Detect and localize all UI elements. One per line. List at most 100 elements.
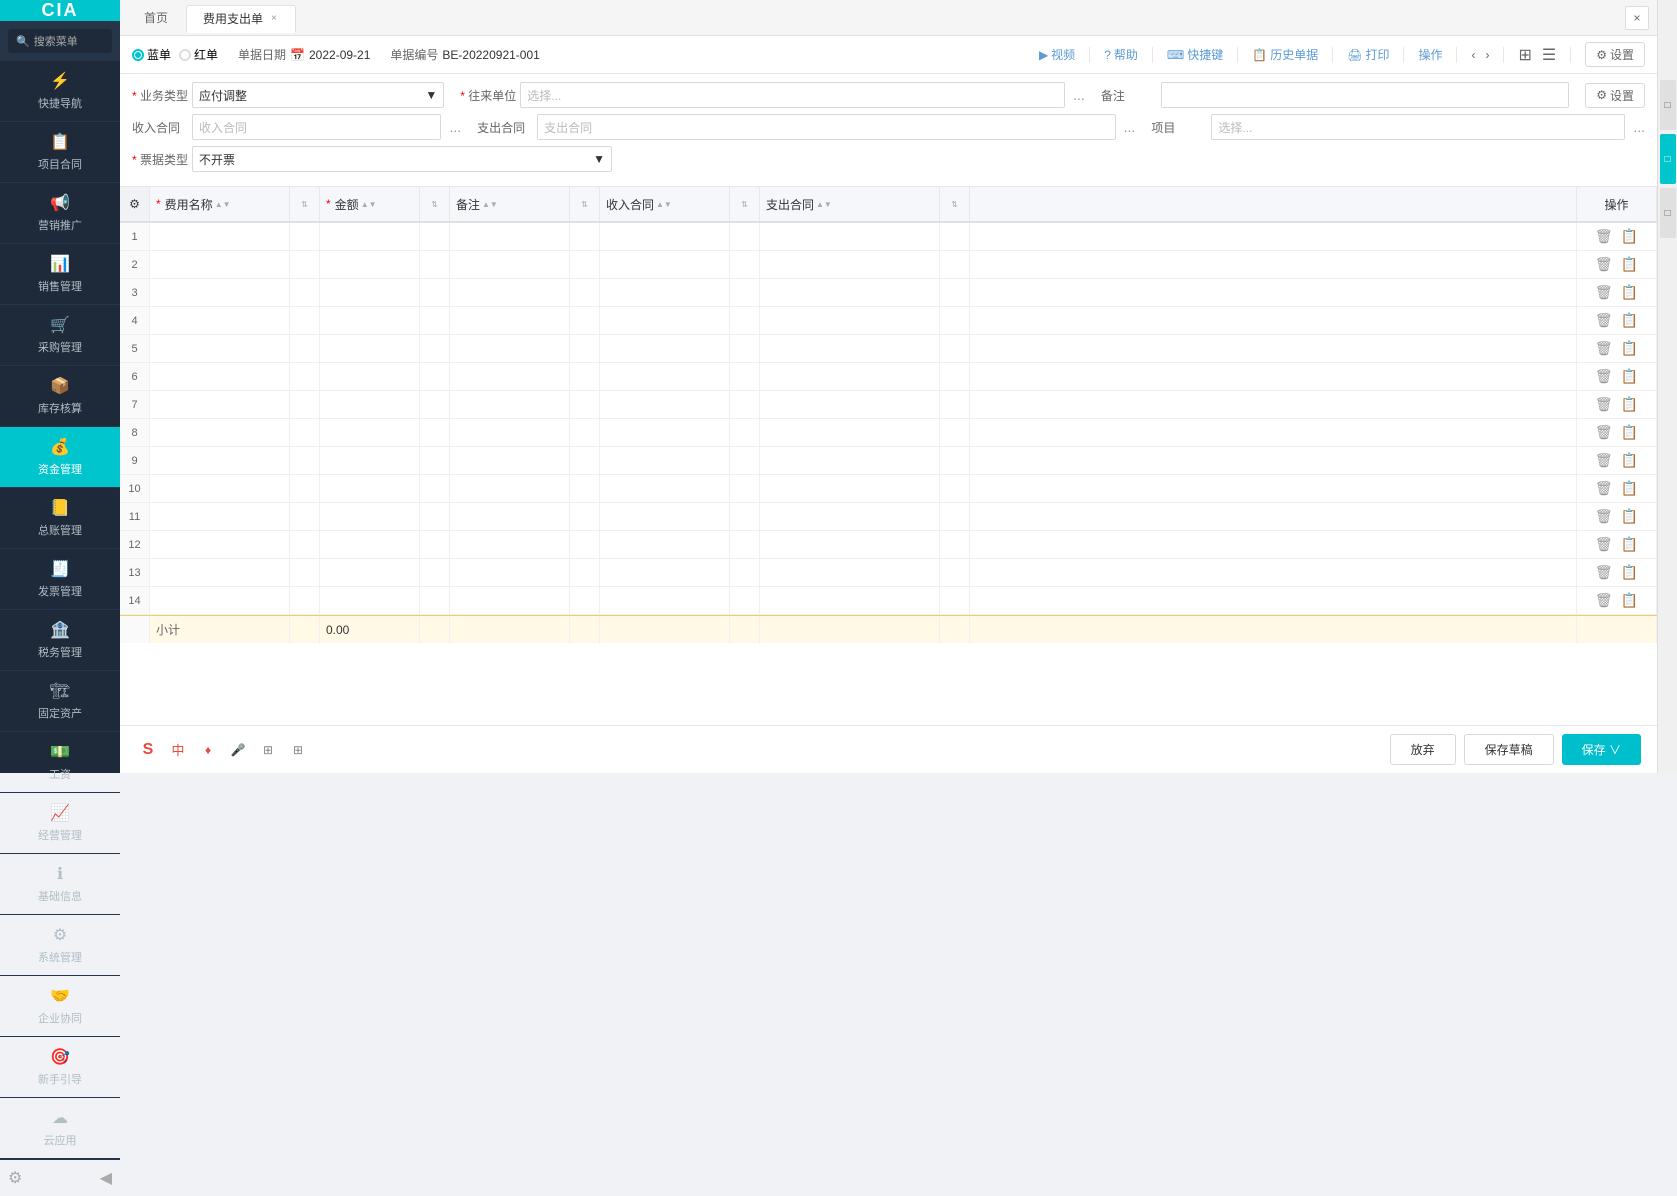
income-contract-sort[interactable]: ▲▼ [656, 200, 672, 209]
logo-diamond[interactable]: ♦ [196, 738, 220, 762]
save-btn[interactable]: 保存 ∨ [1562, 734, 1641, 765]
td-expense-name[interactable] [150, 587, 290, 614]
td-amount[interactable] [320, 559, 420, 586]
counterparty-dots[interactable]: ... [1073, 87, 1085, 103]
td-expense-name[interactable] [150, 503, 290, 530]
td-income-contract[interactable] [600, 279, 730, 306]
td-expense-contract[interactable] [760, 391, 940, 418]
note-input[interactable] [1161, 82, 1569, 108]
td-amount[interactable] [320, 447, 420, 474]
td-amount[interactable] [320, 363, 420, 390]
sidebar-search-area[interactable]: 🔍 搜索菜单 [0, 21, 120, 61]
form-settings-btn[interactable]: ⚙ 设置 [1585, 83, 1645, 108]
table-row[interactable]: 12 🗑 📋 [120, 531, 1657, 559]
right-panel-btn-1[interactable]: □ [1660, 80, 1676, 130]
project-dots[interactable]: ... [1633, 119, 1645, 135]
td-amount[interactable] [320, 587, 420, 614]
td-expense-contract[interactable] [760, 447, 940, 474]
date-value[interactable]: 2022-09-21 [309, 48, 370, 62]
td-amount[interactable] [320, 251, 420, 278]
td-expense-name[interactable] [150, 279, 290, 306]
td-expense-contract[interactable] [760, 307, 940, 334]
td-expense-name[interactable] [150, 363, 290, 390]
table-row[interactable]: 11 🗑 📋 [120, 503, 1657, 531]
row-delete-btn[interactable]: 🗑 [1593, 450, 1615, 471]
sidebar-item-fixed-assets[interactable]: 🏗 固定资产 [0, 671, 120, 732]
row-copy-btn[interactable]: 📋 [1619, 450, 1640, 471]
row-copy-btn[interactable]: 📋 [1619, 590, 1640, 611]
table-row[interactable]: 13 🗑 📋 [120, 559, 1657, 587]
td-amount[interactable] [320, 531, 420, 558]
expense-contract-sort[interactable]: ▲▼ [816, 200, 832, 209]
td-income-contract[interactable] [600, 335, 730, 362]
logo-zhong[interactable]: 中 [166, 738, 190, 762]
expense-contract-input[interactable]: 支出合同 [537, 114, 1116, 140]
td-expense-name[interactable] [150, 391, 290, 418]
td-expense-contract[interactable] [760, 419, 940, 446]
row-copy-btn[interactable]: 📋 [1619, 338, 1640, 359]
nav-prev-btn[interactable]: ‹ [1471, 48, 1475, 62]
row-copy-btn[interactable]: 📋 [1619, 254, 1640, 275]
nav-next-btn[interactable]: › [1485, 48, 1489, 62]
list-view-btn[interactable]: ☰ [1542, 45, 1556, 65]
table-row[interactable]: 1 🗑 📋 [120, 223, 1657, 251]
td-income-contract[interactable] [600, 559, 730, 586]
logo-grid1[interactable]: ⊞ [256, 738, 280, 762]
td-expense-contract[interactable] [760, 475, 940, 502]
row-copy-btn[interactable]: 📋 [1619, 226, 1640, 247]
shortcut-btn[interactable]: ⌨ 快捷键 [1167, 46, 1223, 63]
note-sort[interactable]: ▲▼ [482, 200, 498, 209]
td-expense-name[interactable] [150, 419, 290, 446]
table-row[interactable]: 5 🗑 📋 [120, 335, 1657, 363]
sidebar-item-marketing[interactable]: 📢 营销推广 [0, 183, 120, 244]
td-note[interactable] [450, 223, 570, 250]
sidebar-item-basic-info[interactable]: ℹ 基础信息 [0, 854, 120, 915]
table-row[interactable]: 14 🗑 📋 [120, 587, 1657, 615]
td-income-contract[interactable] [600, 447, 730, 474]
sidebar-item-enterprise[interactable]: 🤝 企业协同 [0, 976, 120, 1037]
td-expense-contract[interactable] [760, 335, 940, 362]
logo-mic[interactable]: 🎤 [226, 738, 250, 762]
sidebar-item-procurement[interactable]: 🛒 采购管理 [0, 305, 120, 366]
td-expense-name[interactable] [150, 307, 290, 334]
sidebar-item-ledger[interactable]: 📒 总账管理 [0, 488, 120, 549]
row-delete-btn[interactable]: 🗑 [1593, 366, 1615, 387]
number-value[interactable]: BE-20220921-001 [442, 48, 539, 62]
sort-4-icon[interactable]: ⇅ [741, 200, 748, 209]
tab-expense[interactable]: 费用支出单 × [186, 5, 296, 33]
table-row[interactable]: 4 🗑 📋 [120, 307, 1657, 335]
table-row[interactable]: 7 🗑 📋 [120, 391, 1657, 419]
table-row[interactable]: 10 🗑 📋 [120, 475, 1657, 503]
td-amount[interactable] [320, 475, 420, 502]
sidebar-item-invoice[interactable]: 🧾 发票管理 [0, 549, 120, 610]
sidebar-item-inventory[interactable]: 📦 库存核算 [0, 366, 120, 427]
income-contract-input[interactable]: 收入合同 [192, 114, 441, 140]
table-row[interactable]: 9 🗑 📋 [120, 447, 1657, 475]
settings-btn[interactable]: ⚙ 设置 [1585, 42, 1645, 67]
row-copy-btn[interactable]: 📋 [1619, 282, 1640, 303]
discard-btn[interactable]: 放弃 [1390, 734, 1456, 765]
td-note[interactable] [450, 503, 570, 530]
sort-1-icon[interactable]: ⇅ [301, 200, 308, 209]
td-amount[interactable] [320, 503, 420, 530]
table-row[interactable]: 6 🗑 📋 [120, 363, 1657, 391]
row-delete-btn[interactable]: 🗑 [1593, 506, 1615, 527]
td-expense-contract[interactable] [760, 279, 940, 306]
td-income-contract[interactable] [600, 475, 730, 502]
sidebar-item-sales[interactable]: 📊 销售管理 [0, 244, 120, 305]
tab-close-btn[interactable]: × [269, 11, 279, 26]
row-copy-btn[interactable]: 📋 [1619, 562, 1640, 583]
row-delete-btn[interactable]: 🗑 [1593, 394, 1615, 415]
operation-btn[interactable]: 操作 [1418, 46, 1442, 63]
history-btn[interactable]: 📋 历史单据 [1252, 46, 1318, 63]
volume-btn[interactable]: ◀ [100, 1168, 112, 1188]
td-expense-contract[interactable] [760, 559, 940, 586]
td-amount[interactable] [320, 223, 420, 250]
td-note[interactable] [450, 251, 570, 278]
settings-bottom-btn[interactable]: ⚙ [8, 1168, 22, 1188]
td-expense-name[interactable] [150, 531, 290, 558]
td-note[interactable] [450, 279, 570, 306]
td-income-contract[interactable] [600, 391, 730, 418]
td-amount[interactable] [320, 279, 420, 306]
row-delete-btn[interactable]: 🗑 [1593, 254, 1615, 275]
